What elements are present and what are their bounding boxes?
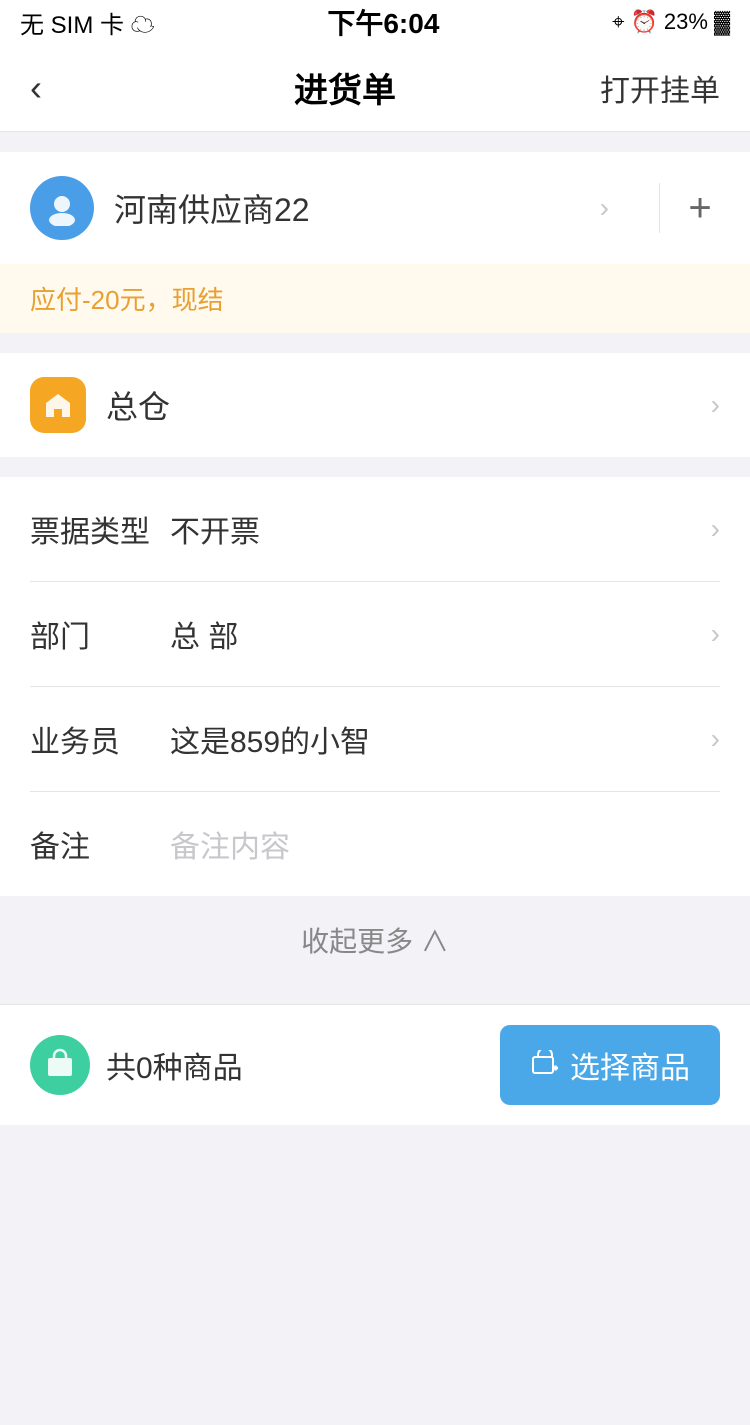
ticket-type-value: 不开票 bbox=[170, 507, 711, 551]
ticket-type-label: 票据类型 bbox=[30, 507, 170, 551]
notice-banner: 应付-20元，现结 bbox=[0, 264, 750, 333]
supplier-name: 河南供应商22 bbox=[114, 185, 600, 231]
vertical-divider bbox=[659, 183, 660, 233]
ticket-type-row[interactable]: 票据类型 不开票 › bbox=[0, 477, 750, 581]
supplier-section: 河南供应商22 › + 应付-20元，现结 bbox=[0, 152, 750, 333]
status-left: 无 SIM 卡 ☁ bbox=[20, 5, 155, 40]
separator-1 bbox=[0, 132, 750, 152]
supplier-chevron-icon: › bbox=[600, 192, 609, 224]
status-time: 下午6:04 bbox=[327, 2, 439, 42]
supplier-row[interactable]: 河南供应商22 › + bbox=[0, 152, 750, 264]
product-icon bbox=[30, 1035, 90, 1095]
nav-bar: ‹ 进货单 打开挂单 bbox=[0, 44, 750, 132]
no-sim-text: 无 SIM 卡 ☁ bbox=[20, 5, 155, 40]
supplier-avatar bbox=[30, 176, 94, 240]
warehouse-section: 总仓 › bbox=[0, 353, 750, 457]
battery-icon: ▓ bbox=[714, 9, 730, 35]
department-row[interactable]: 部门 总 部 › bbox=[0, 582, 750, 686]
form-section: 票据类型 不开票 › 部门 总 部 › 业务员 这是859的小智 › 备注 备注… bbox=[0, 477, 750, 896]
ticket-type-chevron-icon: › bbox=[711, 513, 720, 545]
department-chevron-icon: › bbox=[711, 618, 720, 650]
back-button[interactable]: ‹ bbox=[30, 67, 90, 109]
remark-label: 备注 bbox=[30, 822, 170, 866]
select-product-label: 选择商品 bbox=[570, 1043, 690, 1087]
department-label: 部门 bbox=[30, 612, 170, 656]
warehouse-icon bbox=[30, 377, 86, 433]
status-right: ⌖ ⏰ 23% ▓ bbox=[612, 9, 730, 35]
salesperson-label: 业务员 bbox=[30, 717, 170, 761]
product-count-text: 共0种商品 bbox=[106, 1043, 243, 1087]
location-icon: ⌖ bbox=[612, 9, 624, 35]
page-title: 进货单 bbox=[294, 63, 396, 112]
separator-4 bbox=[0, 984, 750, 1004]
supplier-add-button[interactable]: + bbox=[680, 186, 720, 231]
warehouse-row[interactable]: 总仓 › bbox=[0, 353, 750, 457]
gray-fill-area bbox=[0, 1125, 750, 1425]
select-product-button[interactable]: 选择商品 bbox=[500, 1025, 720, 1105]
status-bar: 无 SIM 卡 ☁ 下午6:04 ⌖ ⏰ 23% ▓ bbox=[0, 0, 750, 44]
open-pending-button[interactable]: 打开挂单 bbox=[600, 66, 720, 110]
remark-placeholder[interactable]: 备注内容 bbox=[170, 822, 720, 866]
product-count-area: 共0种商品 bbox=[30, 1035, 243, 1095]
remark-row[interactable]: 备注 备注内容 bbox=[0, 792, 750, 896]
select-product-icon bbox=[530, 1050, 560, 1080]
separator-2 bbox=[0, 333, 750, 353]
department-value: 总 部 bbox=[170, 612, 711, 656]
salesperson-value: 这是859的小智 bbox=[170, 717, 711, 761]
battery-text: 23% bbox=[664, 9, 708, 35]
warehouse-name: 总仓 bbox=[106, 382, 711, 428]
separator-3 bbox=[0, 457, 750, 477]
collapse-row[interactable]: 收起更多 ∧ bbox=[0, 896, 750, 984]
bottom-bar: 共0种商品 选择商品 bbox=[0, 1004, 750, 1125]
salesperson-row[interactable]: 业务员 这是859的小智 › bbox=[0, 687, 750, 791]
alarm-icon: ⏰ bbox=[630, 9, 657, 35]
salesperson-chevron-icon: › bbox=[711, 723, 720, 755]
warehouse-chevron-icon: › bbox=[711, 389, 720, 421]
